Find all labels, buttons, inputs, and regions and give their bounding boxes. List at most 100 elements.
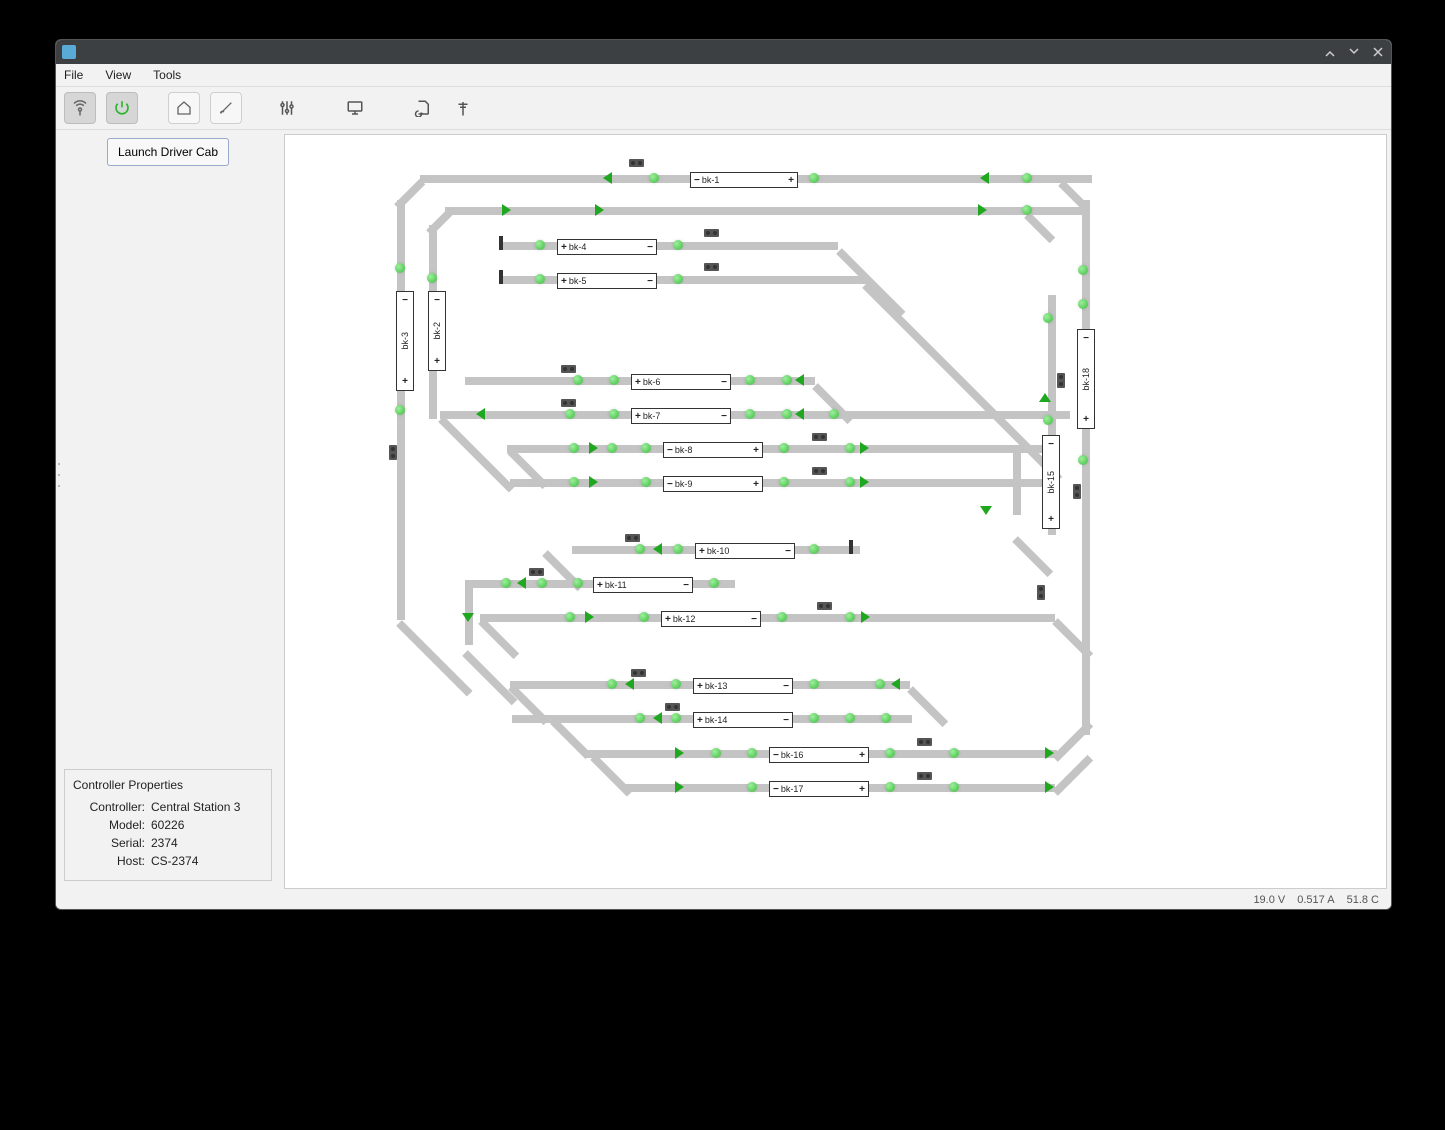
- switch-led[interactable]: [673, 274, 683, 284]
- track-sensor[interactable]: [704, 229, 719, 237]
- switch-led[interactable]: [635, 544, 645, 554]
- switch-led[interactable]: [427, 273, 437, 283]
- switch-led[interactable]: [671, 713, 681, 723]
- block-bk11[interactable]: +bk-11−: [593, 577, 693, 593]
- close-button[interactable]: [1371, 45, 1385, 59]
- switch-led[interactable]: [777, 612, 787, 622]
- settings-button[interactable]: [272, 93, 302, 123]
- power-button[interactable]: [106, 92, 138, 124]
- switch-led[interactable]: [747, 782, 757, 792]
- titlebar[interactable]: [56, 40, 1391, 64]
- launch-driver-cab-button[interactable]: Launch Driver Cab: [107, 138, 229, 166]
- switch-led[interactable]: [747, 748, 757, 758]
- switch-led[interactable]: [569, 477, 579, 487]
- switch-led[interactable]: [845, 713, 855, 723]
- track-sensor[interactable]: [812, 467, 827, 475]
- menu-tools[interactable]: Tools: [149, 66, 185, 84]
- switch-led[interactable]: [1043, 313, 1053, 323]
- connect-button[interactable]: [64, 92, 96, 124]
- block-bk18[interactable]: −bk-18+: [1077, 329, 1095, 429]
- switch-led[interactable]: [607, 679, 617, 689]
- brush-button[interactable]: [210, 92, 242, 124]
- switch-led[interactable]: [709, 578, 719, 588]
- switch-led[interactable]: [537, 578, 547, 588]
- block-bk17[interactable]: −bk-17+: [769, 781, 869, 797]
- switch-led[interactable]: [535, 240, 545, 250]
- track-sensor[interactable]: [625, 534, 640, 542]
- switch-led[interactable]: [881, 713, 891, 723]
- switch-led[interactable]: [573, 375, 583, 385]
- switch-led[interactable]: [673, 240, 683, 250]
- switch-led[interactable]: [607, 443, 617, 453]
- switch-led[interactable]: [635, 713, 645, 723]
- switch-led[interactable]: [829, 409, 839, 419]
- track-sensor[interactable]: [529, 568, 544, 576]
- switch-led[interactable]: [949, 748, 959, 758]
- switch-led[interactable]: [809, 173, 819, 183]
- home-button[interactable]: [168, 92, 200, 124]
- switch-led[interactable]: [1078, 265, 1088, 275]
- track-sensor[interactable]: [389, 445, 397, 460]
- block-bk8[interactable]: −bk-8+: [663, 442, 763, 458]
- switch-led[interactable]: [1022, 173, 1032, 183]
- block-bk2[interactable]: −bk-2+: [428, 291, 446, 371]
- block-bk14[interactable]: +bk-14−: [693, 712, 793, 728]
- splitter-handle[interactable]: [56, 463, 62, 487]
- switch-led[interactable]: [565, 612, 575, 622]
- switch-led[interactable]: [745, 409, 755, 419]
- switch-led[interactable]: [885, 782, 895, 792]
- monitor-button[interactable]: [340, 93, 370, 123]
- track-sensor[interactable]: [1037, 585, 1045, 600]
- menu-view[interactable]: View: [101, 66, 135, 84]
- switch-led[interactable]: [673, 544, 683, 554]
- switch-led[interactable]: [782, 409, 792, 419]
- switch-led[interactable]: [649, 173, 659, 183]
- switch-led[interactable]: [845, 477, 855, 487]
- signal-button[interactable]: [448, 93, 478, 123]
- track-sensor[interactable]: [665, 703, 680, 711]
- switch-led[interactable]: [641, 443, 651, 453]
- block-bk5[interactable]: +bk-5−: [557, 273, 657, 289]
- block-bk6[interactable]: +bk-6−: [631, 374, 731, 390]
- switch-led[interactable]: [809, 713, 819, 723]
- block-bk16[interactable]: −bk-16+: [769, 747, 869, 763]
- switch-led[interactable]: [609, 409, 619, 419]
- switch-led[interactable]: [809, 679, 819, 689]
- switch-led[interactable]: [711, 748, 721, 758]
- block-bk10[interactable]: +bk-10−: [695, 543, 795, 559]
- switch-led[interactable]: [885, 748, 895, 758]
- track-sensor[interactable]: [1073, 484, 1081, 499]
- switch-led[interactable]: [809, 544, 819, 554]
- block-bk4[interactable]: +bk-4−: [557, 239, 657, 255]
- switch-led[interactable]: [782, 375, 792, 385]
- switch-led[interactable]: [609, 375, 619, 385]
- sync-button[interactable]: [408, 93, 438, 123]
- switch-led[interactable]: [573, 578, 583, 588]
- switch-led[interactable]: [875, 679, 885, 689]
- track-sensor[interactable]: [812, 433, 827, 441]
- switch-led[interactable]: [395, 405, 405, 415]
- switch-led[interactable]: [535, 274, 545, 284]
- track-sensor[interactable]: [704, 263, 719, 271]
- switch-led[interactable]: [949, 782, 959, 792]
- track-sensor[interactable]: [631, 669, 646, 677]
- track-diagram-canvas[interactable]: −bk-1++bk-4−+bk-5−−bk-2+−bk-3++bk-6−+bk-…: [284, 134, 1387, 889]
- track-sensor[interactable]: [629, 159, 644, 167]
- block-bk13[interactable]: +bk-13−: [693, 678, 793, 694]
- switch-led[interactable]: [501, 578, 511, 588]
- track-sensor[interactable]: [1057, 373, 1065, 388]
- switch-led[interactable]: [1043, 415, 1053, 425]
- minimize-button[interactable]: [1323, 45, 1337, 59]
- switch-led[interactable]: [671, 679, 681, 689]
- track-sensor[interactable]: [817, 602, 832, 610]
- switch-led[interactable]: [641, 477, 651, 487]
- block-bk9[interactable]: −bk-9+: [663, 476, 763, 492]
- switch-led[interactable]: [745, 375, 755, 385]
- switch-led[interactable]: [565, 409, 575, 419]
- track-sensor[interactable]: [917, 738, 932, 746]
- switch-led[interactable]: [1022, 205, 1032, 215]
- track-sensor[interactable]: [561, 365, 576, 373]
- track-sensor[interactable]: [917, 772, 932, 780]
- switch-led[interactable]: [639, 612, 649, 622]
- block-bk3[interactable]: −bk-3+: [396, 291, 414, 391]
